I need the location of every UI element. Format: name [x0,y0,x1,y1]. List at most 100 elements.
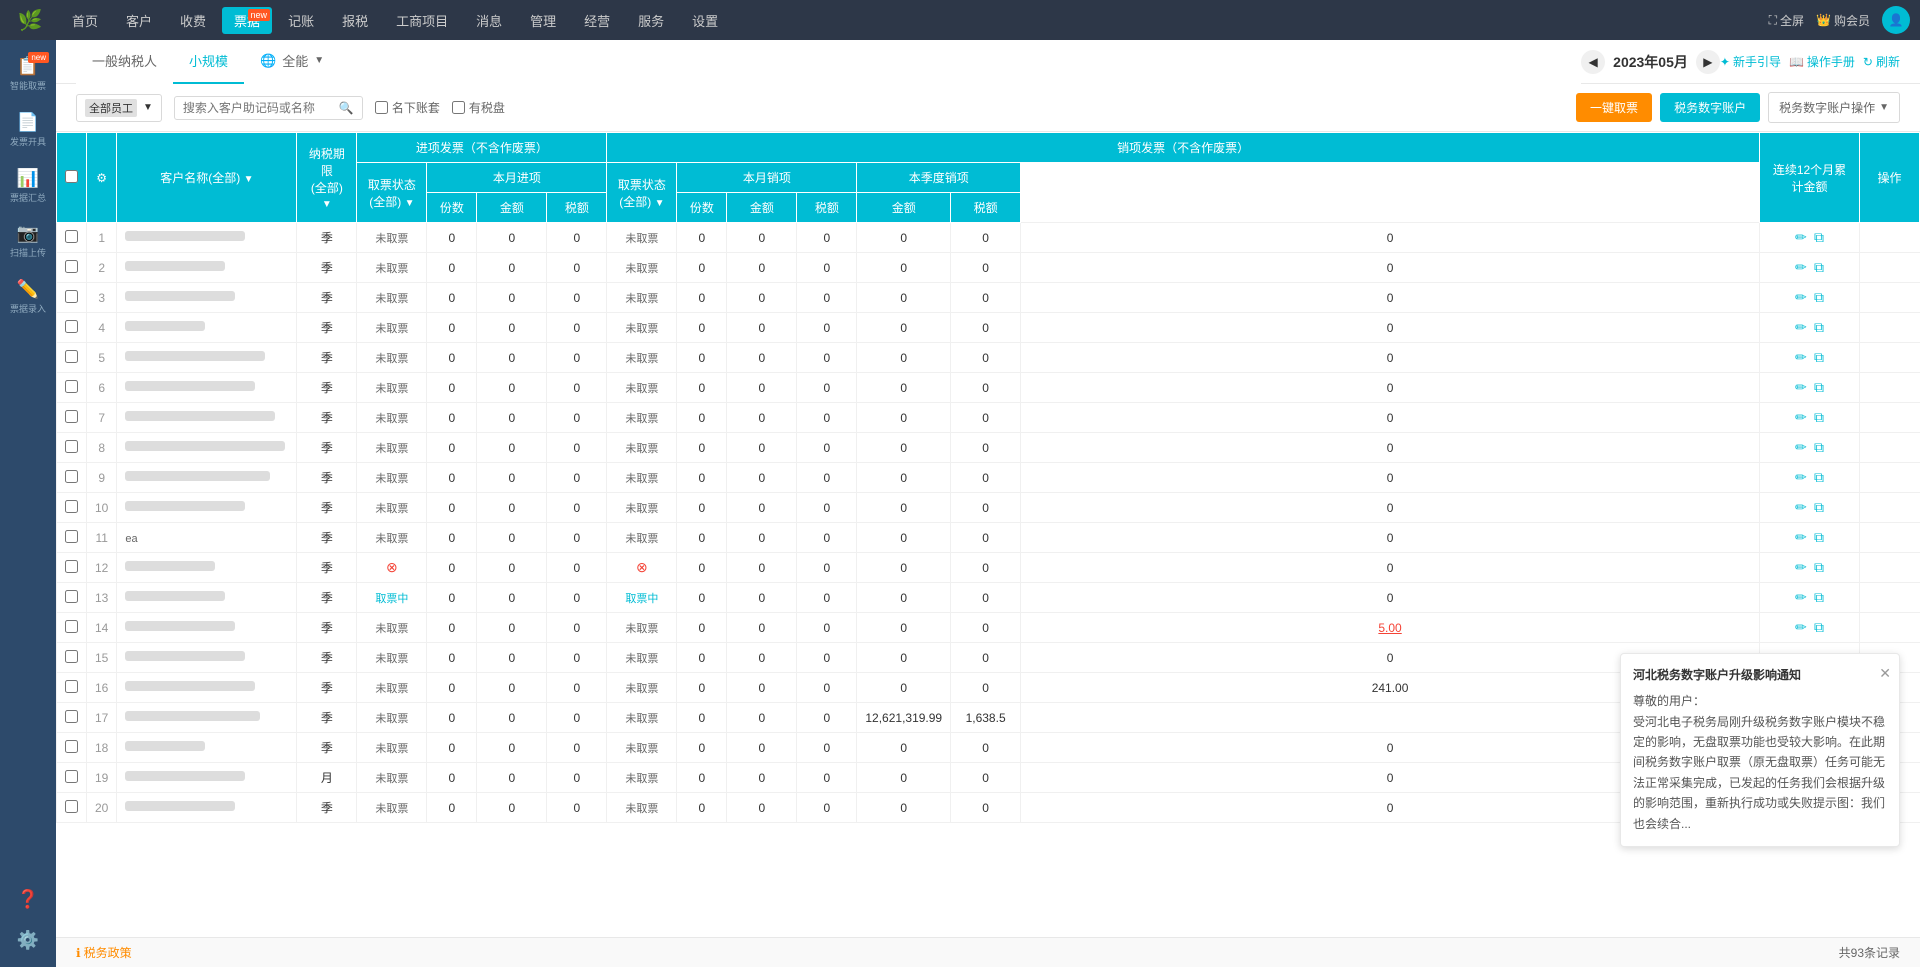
row-checkbox-cell[interactable] [57,343,87,373]
nav-commerce[interactable]: 工商项目 [384,7,460,34]
cumulative-cell[interactable]: 0 [1021,403,1760,433]
customer-name-cell[interactable] [117,283,297,313]
cumulative-cell[interactable]: 0 [1021,493,1760,523]
edit-action-btn[interactable]: ✏ [1795,409,1807,425]
next-month-btn[interactable]: ▶ [1696,50,1720,74]
in-status-cell[interactable]: ⊗ [357,553,427,583]
in-status-cell[interactable]: 取票中 [357,583,427,613]
customer-name-cell[interactable] [117,583,297,613]
edit-action-btn[interactable]: ✏ [1795,289,1807,305]
out-status-cell[interactable]: ⊗ [607,553,677,583]
row-checkbox[interactable] [65,380,78,393]
tax-digital-btn[interactable]: 税务数字账户 [1660,93,1760,122]
out-status-cell[interactable]: 未取票 [607,463,677,493]
nav-settings[interactable]: 设置 [680,7,730,34]
out-status-cell[interactable]: 未取票 [607,733,677,763]
row-checkbox[interactable] [65,290,78,303]
nav-message[interactable]: 消息 [464,7,514,34]
in-status-cell[interactable]: 未取票 [357,253,427,283]
row-checkbox-cell[interactable] [57,433,87,463]
cumulative-val[interactable]: 5.00 [1378,621,1401,635]
in-status-cell[interactable]: 未取票 [357,433,427,463]
row-checkbox[interactable] [65,530,78,543]
row-checkbox-cell[interactable] [57,373,87,403]
out-status-cell[interactable]: 未取票 [607,793,677,823]
row-checkbox[interactable] [65,410,78,423]
customer-name-cell[interactable] [117,553,297,583]
customer-name-cell[interactable] [117,643,297,673]
in-status-cell[interactable]: 未取票 [357,463,427,493]
new-guide-link[interactable]: ✦ 新手引导 [1720,53,1781,70]
row-checkbox[interactable] [65,440,78,453]
sidebar-item-ticket-entry[interactable]: ✏️ 票据录入 [3,271,53,323]
copy-action-btn[interactable]: ⧉ [1814,349,1824,365]
customer-name-header[interactable]: 客户名称(全部) ▼ [117,133,297,223]
tax-policy-link[interactable]: ℹ 税务政策 [76,944,132,961]
out-status-cell[interactable]: 未取票 [607,343,677,373]
nav-operation[interactable]: 经营 [572,7,622,34]
member-btn[interactable]: 👑 购会员 [1816,12,1870,29]
edit-action-btn[interactable]: ✏ [1795,529,1807,545]
in-status-cell[interactable]: 未取票 [357,703,427,733]
row-checkbox-cell[interactable] [57,733,87,763]
out-status-cell[interactable]: 取票中 [607,583,677,613]
refresh-link[interactable]: ↻ 刷新 [1863,53,1900,70]
named-accounts-checkbox[interactable]: 名下账套 [375,99,440,116]
row-checkbox-cell[interactable] [57,703,87,733]
customer-name-cell[interactable] [117,313,297,343]
search-input[interactable] [183,101,333,115]
copy-action-btn[interactable]: ⧉ [1814,499,1824,515]
edit-action-btn[interactable]: ✏ [1795,559,1807,575]
edit-action-btn[interactable]: ✏ [1795,499,1807,515]
cumulative-cell[interactable]: 0 [1021,583,1760,613]
edit-action-btn[interactable]: ✏ [1795,349,1807,365]
cumulative-cell[interactable]: 0 [1021,373,1760,403]
nav-accounting[interactable]: 记账 [276,7,326,34]
row-checkbox[interactable] [65,320,78,333]
row-checkbox-cell[interactable] [57,643,87,673]
in-status-cell[interactable]: 未取票 [357,733,427,763]
customer-name-cell[interactable] [117,223,297,253]
tab-small-scale[interactable]: 小规模 [173,40,244,84]
out-status-cell[interactable]: 未取票 [607,253,677,283]
tooltip-close-btn[interactable]: ✕ [1879,662,1891,684]
row-checkbox[interactable] [65,590,78,603]
nav-fee[interactable]: 收费 [168,7,218,34]
edit-action-btn[interactable]: ✏ [1795,619,1807,635]
checkbox-header[interactable] [57,133,87,223]
sidebar-bottom-settings[interactable]: ⚙️ [3,922,53,959]
user-avatar[interactable]: 👤 [1882,6,1910,34]
row-checkbox[interactable] [65,770,78,783]
copy-action-btn[interactable]: ⧉ [1814,529,1824,545]
customer-name-cell[interactable] [117,433,297,463]
edit-action-btn[interactable]: ✏ [1795,469,1807,485]
sidebar-item-invoice-open[interactable]: 📄 发票开具 [3,104,53,156]
in-status-cell[interactable]: 未取票 [357,763,427,793]
tax-period-header[interactable]: 纳税期限(全部) ▼ [297,133,357,223]
sidebar-item-ticket-summary[interactable]: 📊 票据汇总 [3,160,53,212]
cumulative-cell[interactable]: 0 [1021,253,1760,283]
nav-tax[interactable]: 报税 [330,7,380,34]
cumulative-cell[interactable]: 0 [1021,313,1760,343]
row-checkbox[interactable] [65,740,78,753]
customer-name-cell[interactable] [117,253,297,283]
row-checkbox[interactable] [65,710,78,723]
copy-action-btn[interactable]: ⧉ [1814,379,1824,395]
out-status-cell[interactable]: 未取票 [607,643,677,673]
copy-action-btn[interactable]: ⧉ [1814,619,1824,635]
edit-action-btn[interactable]: ✏ [1795,379,1807,395]
in-status-cell[interactable]: 未取票 [357,343,427,373]
customer-name-cell[interactable] [117,763,297,793]
cumulative-cell[interactable]: 0 [1021,553,1760,583]
edit-action-btn[interactable]: ✏ [1795,439,1807,455]
row-checkbox-cell[interactable] [57,613,87,643]
row-checkbox-cell[interactable] [57,253,87,283]
out-status-cell[interactable]: 未取票 [607,223,677,253]
row-checkbox-cell[interactable] [57,493,87,523]
out-status-cell[interactable]: 未取票 [607,673,677,703]
cumulative-cell[interactable]: 0 [1021,283,1760,313]
one-key-ticket-btn[interactable]: 一键取票 [1576,93,1652,122]
sidebar-bottom-help[interactable]: ❓ [3,881,53,918]
in-status-cell[interactable]: 未取票 [357,223,427,253]
row-checkbox-cell[interactable] [57,313,87,343]
